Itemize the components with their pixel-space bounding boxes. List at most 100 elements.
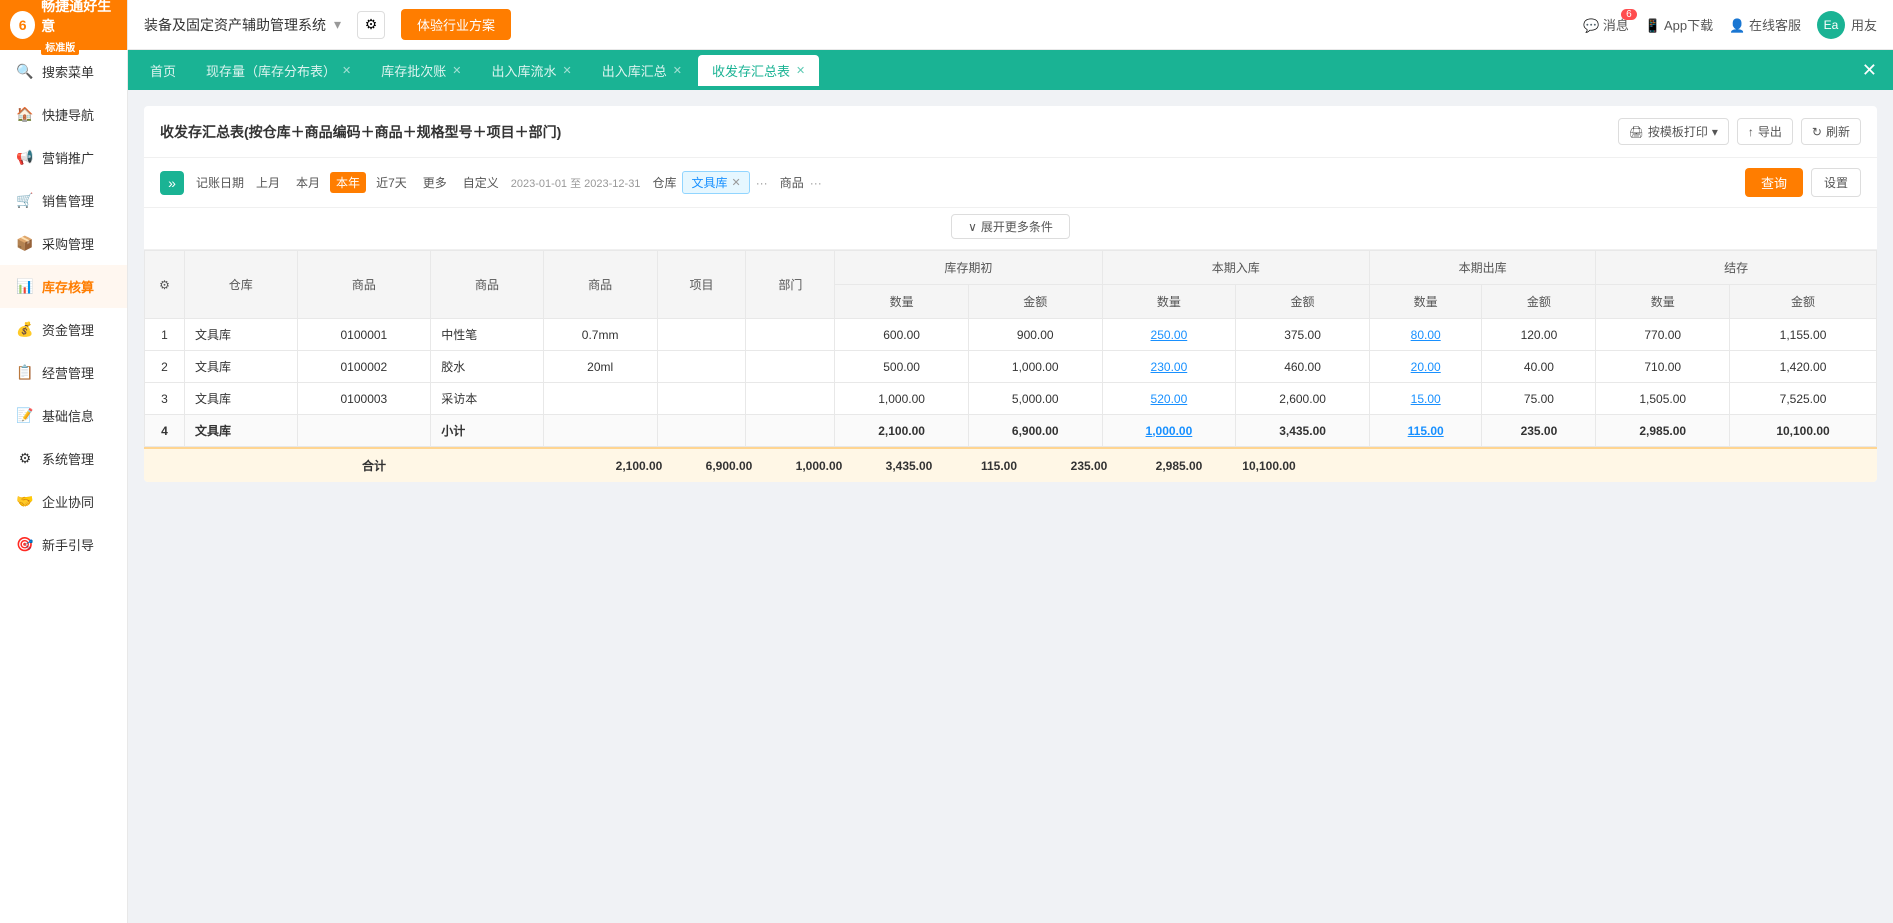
sidebar: 6 畅捷通好生意 标准版 🔍搜索菜单🏠快捷导航📢营销推广🛒销售管理📦采购管理📊库… — [0, 0, 128, 923]
sidebar-label-system: 系统管理 — [42, 449, 94, 468]
quicknav-icon: 🏠 — [16, 106, 34, 124]
table-header-row1: ⚙ 仓库 商品 商品 商品 项目 部门 库存期初 本期入库 本期出库 结存 — [145, 251, 1877, 285]
row-dept — [746, 351, 835, 383]
sidebar-item-corp[interactable]: 🤝企业协同 — [0, 480, 127, 523]
product-more[interactable]: ··· — [810, 176, 822, 190]
sidebar-label-guide: 新手引导 — [42, 535, 94, 554]
date-btn-本年[interactable]: 本年 — [330, 172, 366, 193]
footer-in-qty: 1,000.00 — [774, 459, 864, 473]
tab-close-1[interactable]: ✕ — [342, 64, 351, 77]
bal-qty-header: 数量 — [1596, 285, 1730, 319]
date-btn-近7天[interactable]: 近7天 — [370, 172, 413, 193]
row-code: 0100003 — [297, 383, 431, 415]
out-header: 本期出库 — [1369, 251, 1595, 285]
row-bal-qty: 710.00 — [1596, 351, 1730, 383]
sidebar-item-finance[interactable]: 💰资金管理 — [0, 308, 127, 351]
sidebar-item-purchase[interactable]: 📦采购管理 — [0, 222, 127, 265]
sidebar-label-finance: 资金管理 — [42, 320, 94, 339]
app-download-btn[interactable]: 📱 App下载 — [1645, 15, 1713, 34]
row-name: 小计 — [431, 415, 544, 447]
filter-settings-btn[interactable]: 设置 — [1811, 168, 1861, 197]
sidebar-item-basic[interactable]: 📝基础信息 — [0, 394, 127, 437]
date-btn-上月[interactable]: 上月 — [250, 172, 286, 193]
row-out-qty[interactable]: 15.00 — [1369, 383, 1482, 415]
avatar: Ea — [1817, 11, 1845, 39]
row-open-amt: 5,000.00 — [968, 383, 1102, 415]
date-btn-更多[interactable]: 更多 — [417, 172, 453, 193]
table-row: 1 文具库 0100001 中性笔 0.7mm 600.00 900.00 25… — [145, 319, 1877, 351]
row-out-qty[interactable]: 20.00 — [1369, 351, 1482, 383]
row-dept — [746, 415, 835, 447]
open-stock-header: 库存期初 — [835, 251, 1102, 285]
filter-bar: » 记账日期 上月本月本年近7天更多自定义 2023-01-01 至 2023-… — [144, 158, 1877, 208]
date-btn-本月[interactable]: 本月 — [290, 172, 326, 193]
sidebar-item-search[interactable]: 🔍搜索菜单 — [0, 50, 127, 93]
row-bal-qty: 770.00 — [1596, 319, 1730, 351]
filter-expand-btn[interactable]: » — [160, 171, 184, 195]
data-table: ⚙ 仓库 商品 商品 商品 项目 部门 库存期初 本期入库 本期出库 结存 — [144, 250, 1877, 447]
tab-1[interactable]: 现存量（库存分布表）✕ — [192, 55, 365, 86]
query-btn[interactable]: 查询 — [1745, 168, 1803, 197]
operation-icon: 📋 — [16, 364, 34, 382]
footer-bal-amt: 10,100.00 — [1224, 459, 1314, 473]
export-btn[interactable]: ↑ 导出 — [1737, 118, 1793, 145]
online-service-btn[interactable]: 👤 在线客服 — [1729, 15, 1801, 34]
tab-close-4[interactable]: ✕ — [673, 64, 682, 77]
row-name: 胶水 — [431, 351, 544, 383]
warehouse-filter-group: 仓库 文具库 ✕ ··· — [652, 171, 767, 194]
tab-5[interactable]: 收发存汇总表✕ — [698, 55, 819, 86]
project-header: 项目 — [657, 251, 746, 319]
refresh-btn[interactable]: ↻ 刷新 — [1801, 118, 1861, 145]
row-in-qty[interactable]: 520.00 — [1102, 383, 1236, 415]
table-row: 2 文具库 0100002 胶水 20ml 500.00 1,000.00 23… — [145, 351, 1877, 383]
search-icon: 🔍 — [16, 63, 34, 81]
row-warehouse: 文具库 — [185, 351, 298, 383]
expand-more-btn[interactable]: ∨ 展开更多条件 — [951, 214, 1070, 239]
warehouse-tag-remove[interactable]: ✕ — [731, 176, 740, 189]
row-in-qty[interactable]: 250.00 — [1102, 319, 1236, 351]
warehouse-more[interactable]: ··· — [756, 176, 768, 190]
sidebar-item-inventory[interactable]: 📊库存核算 — [0, 265, 127, 308]
user-area[interactable]: Ea 用友 — [1817, 11, 1877, 39]
row-open-amt: 900.00 — [968, 319, 1102, 351]
row-in-qty[interactable]: 1,000.00 — [1102, 415, 1236, 447]
tab-2[interactable]: 库存批次账✕ — [367, 55, 475, 86]
settings-btn[interactable]: ⚙ — [357, 11, 385, 39]
warehouse-tag[interactable]: 文具库 ✕ — [682, 171, 749, 194]
product-filter-group: 商品 ··· — [780, 174, 822, 191]
row-out-qty[interactable]: 115.00 — [1369, 415, 1482, 447]
row-open-qty: 500.00 — [835, 351, 969, 383]
row-in-qty[interactable]: 230.00 — [1102, 351, 1236, 383]
name-header: 商品 — [431, 251, 544, 319]
sidebar-item-operation[interactable]: 📋经营管理 — [0, 351, 127, 394]
tab-close-3[interactable]: ✕ — [563, 64, 572, 77]
sales-icon: 🛒 — [16, 192, 34, 210]
code-header: 商品 — [297, 251, 431, 319]
sidebar-label-inventory: 库存核算 — [42, 277, 94, 296]
row-out-qty[interactable]: 80.00 — [1369, 319, 1482, 351]
sidebar-item-guide[interactable]: 🎯新手引导 — [0, 523, 127, 566]
row-dept — [746, 319, 835, 351]
chevron-down-icon: ∨ — [968, 220, 977, 234]
print-btn[interactable]: 🖨 按模板打印 ▾ — [1618, 118, 1729, 145]
row-out-amt: 40.00 — [1482, 351, 1596, 383]
logo-icon: 6 — [10, 11, 35, 39]
tab-0[interactable]: 首页 — [136, 55, 190, 86]
in-qty-header: 数量 — [1102, 285, 1236, 319]
refresh-icon: ↻ — [1812, 125, 1822, 139]
row-in-amt: 460.00 — [1236, 351, 1370, 383]
tab-close-5[interactable]: ✕ — [796, 64, 805, 77]
sidebar-item-marketing[interactable]: 📢营销推广 — [0, 136, 127, 179]
sidebar-item-system[interactable]: ⚙系统管理 — [0, 437, 127, 480]
tabbar-close-btn[interactable]: ✕ — [1854, 60, 1885, 81]
trial-btn[interactable]: 体验行业方案 — [401, 9, 511, 40]
tab-3[interactable]: 出入库流水✕ — [477, 55, 585, 86]
date-btn-自定义[interactable]: 自定义 — [457, 172, 505, 193]
balance-header: 结存 — [1596, 251, 1877, 285]
sidebar-item-sales[interactable]: 🛒销售管理 — [0, 179, 127, 222]
message-btn[interactable]: 💬 消息 6 — [1583, 15, 1629, 34]
sidebar-item-quicknav[interactable]: 🏠快捷导航 — [0, 93, 127, 136]
export-icon: ↑ — [1748, 125, 1754, 139]
tab-close-2[interactable]: ✕ — [452, 64, 461, 77]
tab-4[interactable]: 出入库汇总✕ — [588, 55, 696, 86]
